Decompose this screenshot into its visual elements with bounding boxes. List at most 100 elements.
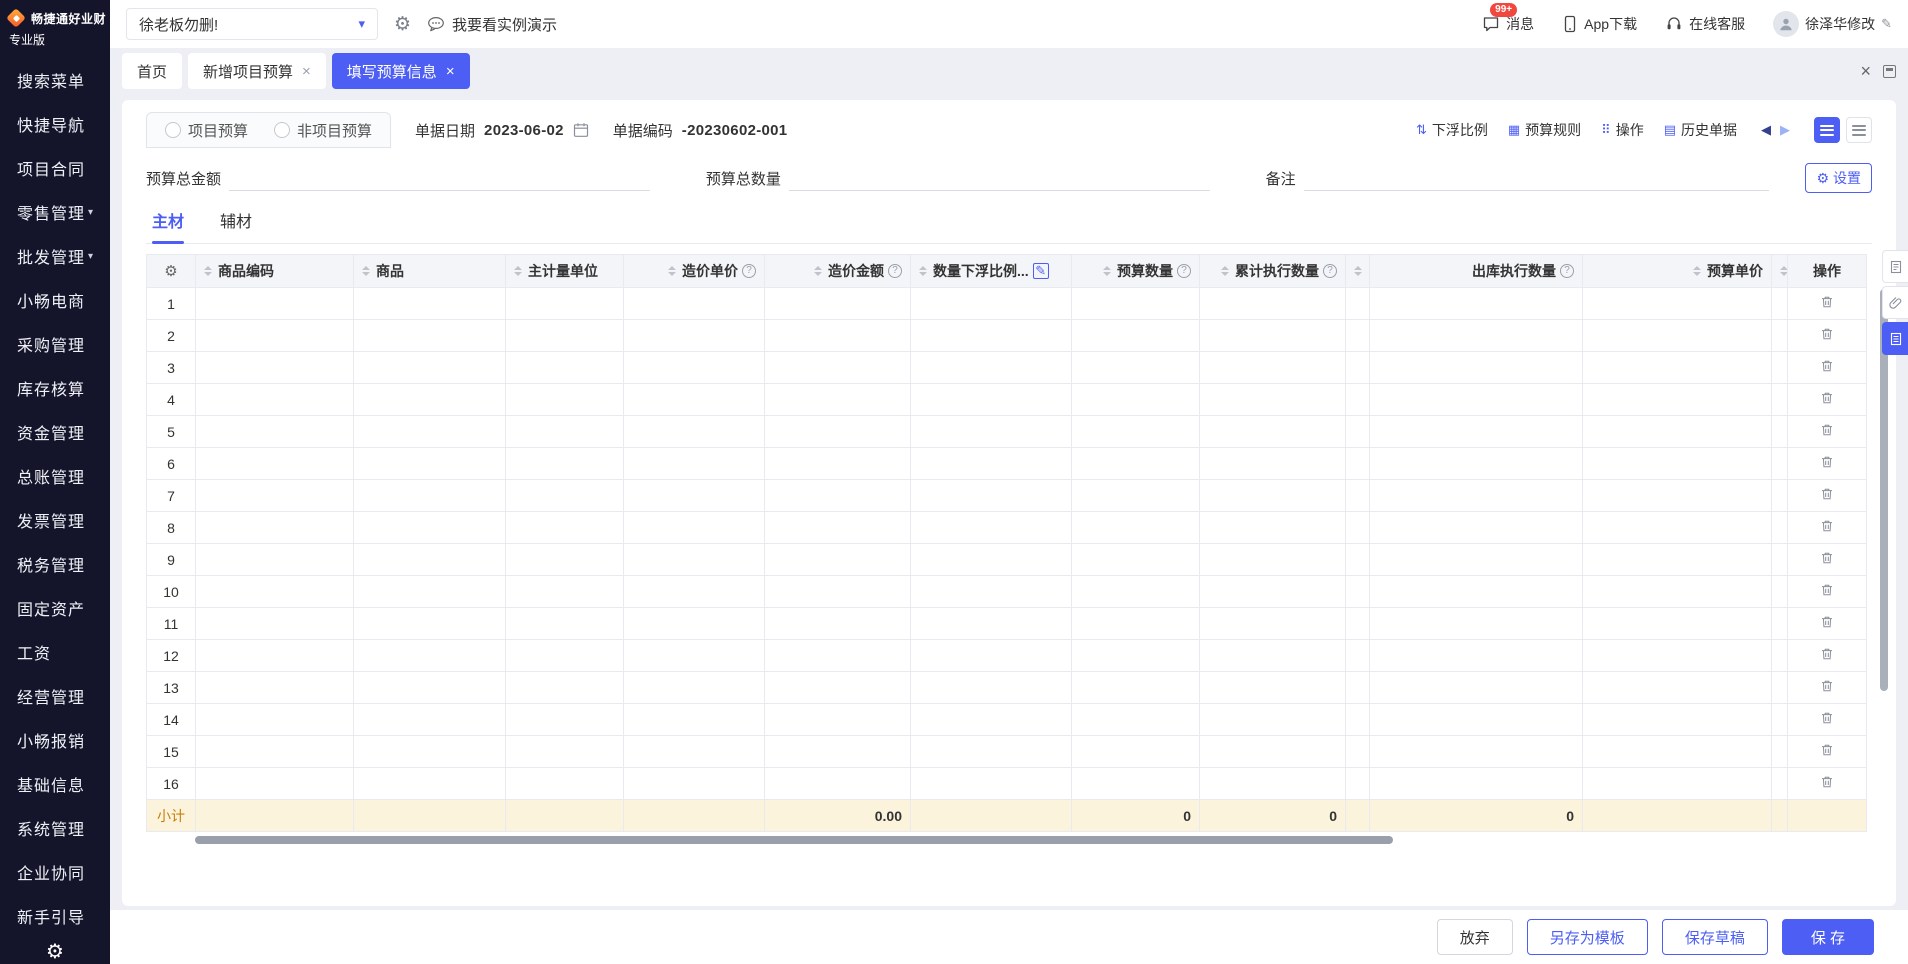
- doc-tool-2[interactable]: ⠿ 操作: [1601, 120, 1644, 140]
- attachment-icon[interactable]: [1882, 286, 1908, 319]
- grid-cell[interactable]: [1199, 543, 1346, 576]
- sidebar-item-18[interactable]: 企业协同: [0, 850, 110, 894]
- grid-cell[interactable]: [764, 479, 911, 512]
- grid-cell[interactable]: [1582, 511, 1772, 544]
- grid-cell[interactable]: [1369, 767, 1583, 800]
- grid-cell[interactable]: [623, 287, 765, 320]
- grid-cell[interactable]: [505, 575, 624, 608]
- grid-cell[interactable]: [1071, 639, 1200, 672]
- workspace-selector[interactable]: 徐老板勿删! ▾: [126, 8, 378, 40]
- tab-layout-icon[interactable]: [1883, 64, 1896, 78]
- sidebar-item-0[interactable]: 搜索菜单: [0, 58, 110, 102]
- grid-cell[interactable]: [1345, 511, 1370, 544]
- grid-cell[interactable]: [1071, 607, 1200, 640]
- next-doc-icon[interactable]: ▶: [1780, 122, 1790, 138]
- grid-cell[interactable]: [910, 383, 1072, 416]
- grid-cell[interactable]: [505, 319, 624, 352]
- sidebar-item-14[interactable]: 经营管理: [0, 674, 110, 718]
- sidebar-item-11[interactable]: 税务管理: [0, 542, 110, 586]
- material-tab-0[interactable]: 主材: [152, 208, 185, 244]
- total-amount-input[interactable]: [229, 165, 650, 191]
- grid-cell[interactable]: [353, 351, 506, 384]
- grid-cell[interactable]: [1345, 479, 1370, 512]
- grid-cell[interactable]: [1369, 415, 1583, 448]
- delete-row-icon[interactable]: [1820, 775, 1834, 792]
- close-icon[interactable]: ×: [302, 63, 311, 80]
- grid-cell[interactable]: [1771, 447, 1788, 480]
- horizontal-scrollbar[interactable]: [146, 836, 1866, 846]
- grid-cell[interactable]: [1345, 671, 1370, 704]
- info-icon[interactable]: ?: [742, 264, 756, 278]
- grid-cell[interactable]: [1199, 767, 1346, 800]
- column-header-3[interactable]: 造价单价?: [623, 254, 765, 288]
- sidebar-item-6[interactable]: 采购管理: [0, 322, 110, 366]
- grid-cell[interactable]: [910, 479, 1072, 512]
- grid-cell[interactable]: [1369, 671, 1583, 704]
- sidebar-item-9[interactable]: 总账管理: [0, 454, 110, 498]
- grid-cell[interactable]: [1582, 543, 1772, 576]
- grid-cell[interactable]: [1771, 511, 1788, 544]
- grid-cell[interactable]: [1199, 639, 1346, 672]
- grid-cell[interactable]: [1771, 287, 1788, 320]
- grid-cell[interactable]: [623, 447, 765, 480]
- grid-cell[interactable]: [1771, 415, 1788, 448]
- grid-cell[interactable]: [623, 479, 765, 512]
- sort-icon[interactable]: [204, 266, 212, 276]
- grid-cell[interactable]: [195, 767, 354, 800]
- grid-cell[interactable]: [764, 767, 911, 800]
- delete-row-icon[interactable]: [1820, 615, 1834, 632]
- sidebar-item-4[interactable]: 批发管理 ▾: [0, 234, 110, 278]
- grid-cell[interactable]: [623, 575, 765, 608]
- sidebar-item-10[interactable]: 发票管理: [0, 498, 110, 542]
- grid-cell[interactable]: [505, 415, 624, 448]
- grid-cell[interactable]: [1771, 607, 1788, 640]
- grid-cell[interactable]: [1199, 671, 1346, 704]
- sidebar-item-12[interactable]: 固定资产: [0, 586, 110, 630]
- form-panel-icon[interactable]: [1882, 322, 1908, 355]
- delete-row-icon[interactable]: [1820, 647, 1834, 664]
- grid-cell[interactable]: [505, 287, 624, 320]
- sort-icon[interactable]: [362, 266, 370, 276]
- sort-icon[interactable]: [1354, 266, 1362, 276]
- grid-cell[interactable]: [1771, 703, 1788, 736]
- grid-cell[interactable]: [910, 703, 1072, 736]
- column-header-11[interactable]: [1771, 254, 1788, 288]
- grid-cell[interactable]: [910, 543, 1072, 576]
- grid-cell[interactable]: [353, 543, 506, 576]
- save-button[interactable]: 保 存: [1781, 919, 1874, 955]
- grid-cell[interactable]: [195, 383, 354, 416]
- grid-cell[interactable]: [1199, 287, 1346, 320]
- sidebar-item-8[interactable]: 资金管理: [0, 410, 110, 454]
- grid-cell[interactable]: [505, 607, 624, 640]
- delete-row-icon[interactable]: [1820, 743, 1834, 760]
- grid-cell[interactable]: [764, 607, 911, 640]
- budget-type-option-1[interactable]: 非项目预算: [274, 120, 372, 141]
- grid-cell[interactable]: [1071, 287, 1200, 320]
- grid-cell[interactable]: [1582, 703, 1772, 736]
- grid-cell[interactable]: [910, 351, 1072, 384]
- grid-cell[interactable]: [1369, 479, 1583, 512]
- grid-cell[interactable]: [1071, 511, 1200, 544]
- doc-date-value[interactable]: 2023-06-02: [484, 122, 564, 139]
- grid-cell[interactable]: [1345, 319, 1370, 352]
- app-download-button[interactable]: App下载: [1562, 14, 1637, 34]
- grid-cell[interactable]: [1345, 703, 1370, 736]
- column-header-9[interactable]: 出库执行数量?: [1369, 254, 1583, 288]
- sidebar-item-7[interactable]: 库存核算: [0, 366, 110, 410]
- grid-cell[interactable]: [910, 767, 1072, 800]
- grid-cell[interactable]: [505, 703, 624, 736]
- grid-cell[interactable]: [1199, 607, 1346, 640]
- info-icon[interactable]: ?: [1323, 264, 1337, 278]
- grid-cell[interactable]: [195, 671, 354, 704]
- grid-cell[interactable]: [910, 607, 1072, 640]
- sidebar-item-13[interactable]: 工资: [0, 630, 110, 674]
- calendar-icon[interactable]: [573, 122, 589, 138]
- grid-cell[interactable]: [1369, 383, 1583, 416]
- grid-cell[interactable]: [1199, 479, 1346, 512]
- delete-row-icon[interactable]: [1820, 423, 1834, 440]
- sort-icon[interactable]: [1693, 266, 1701, 276]
- sort-icon[interactable]: [814, 266, 822, 276]
- grid-cell[interactable]: [910, 671, 1072, 704]
- doc-tool-0[interactable]: ⇅ 下浮比例: [1416, 120, 1488, 140]
- grid-cell[interactable]: [1771, 351, 1788, 384]
